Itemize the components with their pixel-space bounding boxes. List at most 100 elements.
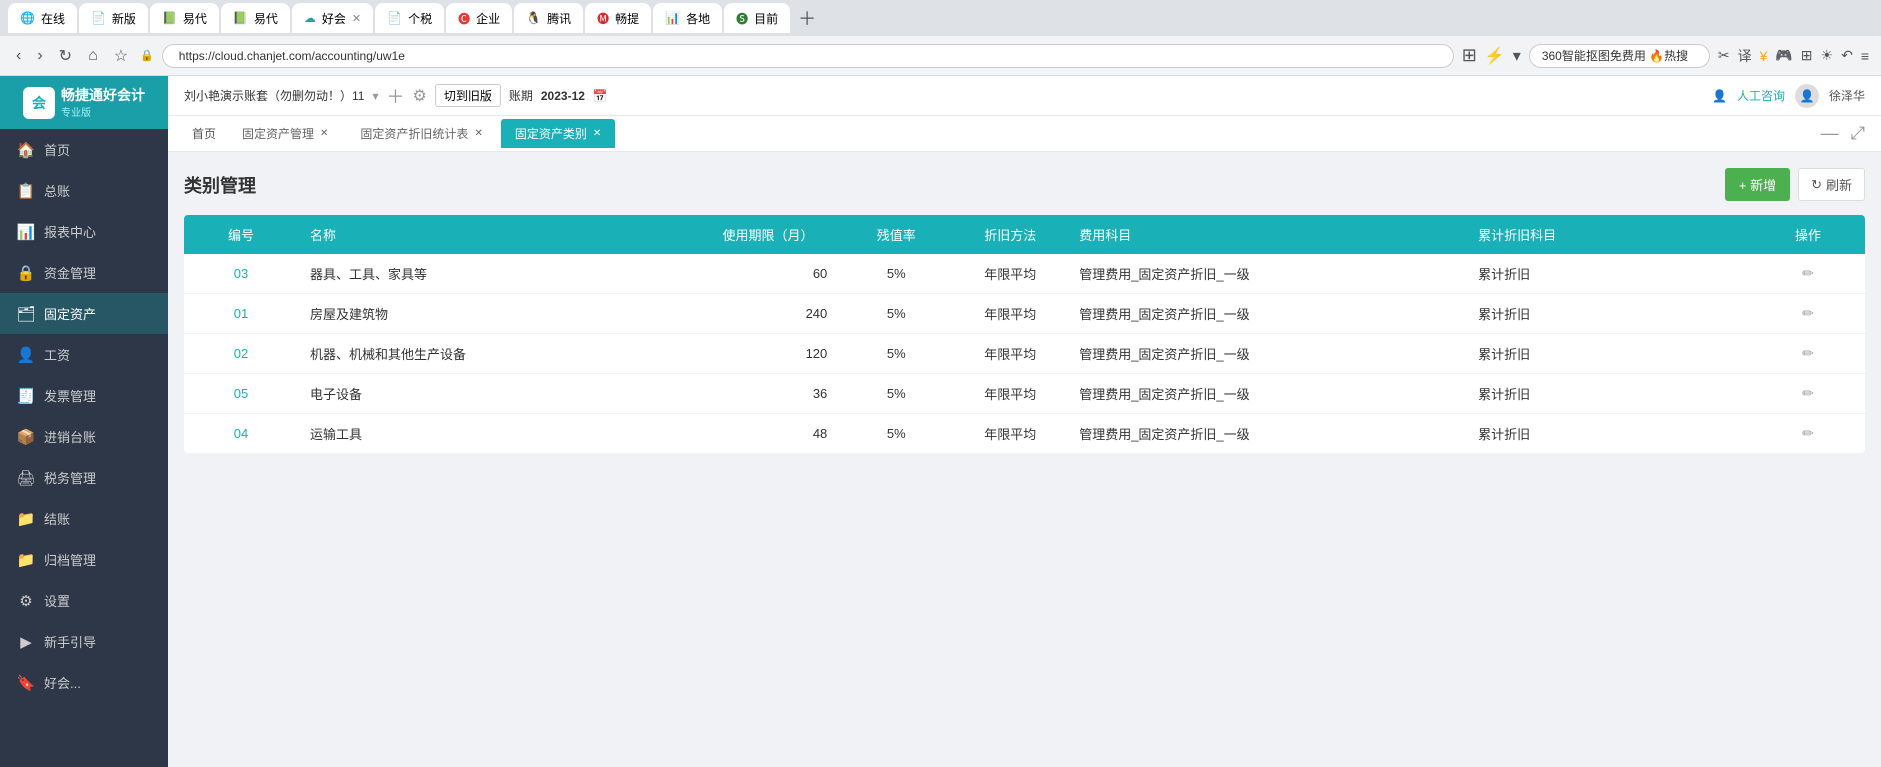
lightning-btn[interactable]: ⚡ bbox=[1485, 46, 1505, 66]
row-id-link-4[interactable]: 04 bbox=[234, 426, 248, 441]
dropdown-arrow[interactable]: ▾ bbox=[372, 89, 378, 103]
page-tab-depreciation-stats[interactable]: 固定资产折旧统计表 ✕ bbox=[346, 119, 496, 148]
refresh-button[interactable]: ↻ 刷新 bbox=[1798, 168, 1865, 201]
avatar: 👤 bbox=[1795, 84, 1819, 108]
add-company-btn[interactable]: ＋ bbox=[387, 83, 405, 109]
tab-close-depreciation-stats[interactable]: ✕ bbox=[474, 128, 482, 139]
sidebar-item-extra[interactable]: 🔖 好会... bbox=[0, 662, 168, 703]
edit-btn-4[interactable]: ✏ bbox=[1802, 425, 1814, 441]
grid-icon[interactable]: ⊞ bbox=[1801, 47, 1813, 64]
cell-action-3: ✏ bbox=[1751, 374, 1865, 414]
cell-id-4: 04 bbox=[184, 414, 298, 454]
sidebar-item-funds[interactable]: 🔒 资金管理 bbox=[0, 252, 168, 293]
tax-icon: 🖨 bbox=[16, 469, 36, 487]
dropdown-btn[interactable]: ▾ bbox=[1513, 46, 1521, 66]
sidebar-item-home[interactable]: 🏠 首页 bbox=[0, 129, 168, 170]
browser-tab-2[interactable]: 📗 易代 bbox=[150, 3, 219, 33]
browser-tab-3[interactable]: 📗 易代 bbox=[221, 3, 290, 33]
app-layout: 会 畅捷通好会计 专业版 🏠 首页 📋 总账 📊 报表中心 🔒 bbox=[0, 76, 1881, 767]
sidebar-item-reports[interactable]: 📊 报表中心 bbox=[0, 211, 168, 252]
translate-icon[interactable]: 译 bbox=[1738, 46, 1752, 66]
url-bar[interactable] bbox=[162, 44, 1454, 68]
cell-method-0: 年限平均 bbox=[953, 254, 1067, 294]
extensions-btn[interactable]: ⊞ bbox=[1462, 45, 1477, 66]
menu-icon[interactable]: ≡ bbox=[1861, 48, 1869, 64]
sidebar-item-tax[interactable]: 🖨 税务管理 bbox=[0, 457, 168, 498]
new-tab-btn[interactable]: ＋ bbox=[798, 5, 816, 31]
edit-btn-1[interactable]: ✏ bbox=[1802, 305, 1814, 321]
undo-icon[interactable]: ↶ bbox=[1841, 47, 1853, 64]
cell-action-4: ✏ bbox=[1751, 414, 1865, 454]
back-btn[interactable]: ‹ bbox=[12, 43, 25, 69]
cell-id-3: 05 bbox=[184, 374, 298, 414]
row-id-link-0[interactable]: 03 bbox=[234, 266, 248, 281]
sidebar-item-inventory[interactable]: 📦 进销台账 bbox=[0, 416, 168, 457]
service-label[interactable]: 人工咨询 bbox=[1737, 87, 1785, 104]
cell-name-2: 机器、机械和其他生产设备 bbox=[298, 334, 697, 374]
cell-action-1: ✏ bbox=[1751, 294, 1865, 334]
add-button[interactable]: + 新增 bbox=[1725, 168, 1790, 201]
currency-icon[interactable]: ¥ bbox=[1760, 48, 1768, 64]
main-content: 刘小艳演示账套（勿删勿动！）11 ▾ ＋ ⚙ 切到旧版 账期 2023-12 📅… bbox=[168, 76, 1881, 767]
sidebar-item-fixed-assets[interactable]: 🗂 固定资产 bbox=[0, 293, 168, 334]
scissors-icon[interactable]: ✂ bbox=[1718, 47, 1730, 64]
game-icon[interactable]: 🎮 bbox=[1775, 47, 1792, 64]
cell-expense-3: 管理费用_固定资产折旧_一级 bbox=[1067, 374, 1466, 414]
service-icon: 👤 bbox=[1712, 89, 1727, 103]
sidebar-item-salary[interactable]: 👤 工资 bbox=[0, 334, 168, 375]
tab-close-fixed-assets-mgmt[interactable]: ✕ bbox=[320, 128, 328, 139]
search-bar[interactable] bbox=[1529, 44, 1710, 68]
brightness-icon[interactable]: ☀ bbox=[1821, 47, 1834, 64]
browser-tab-0[interactable]: 🌐 在线 bbox=[8, 3, 77, 33]
tab-close-4[interactable]: ✕ bbox=[352, 12, 361, 25]
page-tab-home[interactable]: 首页 bbox=[184, 119, 224, 148]
table-row: 02 机器、机械和其他生产设备 120 5% 年限平均 管理费用_固定资产折旧_… bbox=[184, 334, 1865, 374]
settings-gear[interactable]: ⚙ bbox=[413, 86, 427, 106]
sidebar-item-guide[interactable]: ▶ 新手引导 bbox=[0, 621, 168, 662]
sidebar-item-invoice[interactable]: 🧾 发票管理 bbox=[0, 375, 168, 416]
cell-depreciation-1: 累计折旧 bbox=[1466, 294, 1751, 334]
sidebar-item-archive[interactable]: 📁 归档管理 bbox=[0, 539, 168, 580]
data-table: 编号 名称 使用期限（月） 残值率 折旧方法 费用科目 累计折旧科目 操作 03… bbox=[184, 215, 1865, 453]
page-tab-asset-category[interactable]: 固定资产类别 ✕ bbox=[501, 119, 615, 148]
sidebar-item-ledger[interactable]: 📋 总账 bbox=[0, 170, 168, 211]
row-id-link-3[interactable]: 05 bbox=[234, 386, 248, 401]
minimize-panel-btn[interactable]: — bbox=[1821, 123, 1839, 144]
sidebar-item-closing[interactable]: 📁 结账 bbox=[0, 498, 168, 539]
cell-period-0: 60 bbox=[697, 254, 839, 294]
cell-period-1: 240 bbox=[697, 294, 839, 334]
browser-tab-5[interactable]: 📄 个税 bbox=[375, 3, 444, 33]
page-tabs: 首页 固定资产管理 ✕ 固定资产折旧统计表 ✕ 固定资产类别 ✕ — ⤢ bbox=[168, 116, 1881, 152]
cell-depreciation-2: 累计折旧 bbox=[1466, 334, 1751, 374]
bookmark-btn[interactable]: ☆ bbox=[110, 42, 132, 70]
tab-close-asset-category[interactable]: ✕ bbox=[593, 128, 601, 139]
cell-rate-4: 5% bbox=[839, 414, 953, 454]
reload-btn[interactable]: ↻ bbox=[55, 42, 76, 70]
content-area: 类别管理 + 新增 ↻ 刷新 编号 名称 使用期限（月） 残值率 bbox=[168, 152, 1881, 767]
browser-tab-7[interactable]: 🐧 腾讯 bbox=[514, 3, 583, 33]
archive-icon: 📁 bbox=[16, 551, 36, 569]
browser-tab-6[interactable]: 🅒 企业 bbox=[446, 3, 512, 33]
edit-btn-0[interactable]: ✏ bbox=[1802, 265, 1814, 281]
switch-version-btn[interactable]: 切到旧版 bbox=[435, 84, 501, 107]
browser-tab-1[interactable]: 📄 新版 bbox=[79, 3, 148, 33]
row-id-link-1[interactable]: 01 bbox=[234, 306, 248, 321]
browser-tab-9[interactable]: 📊 各地 bbox=[653, 3, 722, 33]
browser-tab-10[interactable]: 🅢 目前 bbox=[724, 3, 790, 33]
browser-tab-4[interactable]: ☁ 好会 ✕ bbox=[292, 3, 373, 33]
calendar-icon[interactable]: 📅 bbox=[593, 89, 608, 103]
expand-panel-btn[interactable]: ⤢ bbox=[1851, 123, 1865, 144]
home-btn[interactable]: ⌂ bbox=[84, 43, 102, 69]
col-header-method: 折旧方法 bbox=[953, 215, 1067, 254]
edit-btn-3[interactable]: ✏ bbox=[1802, 385, 1814, 401]
row-id-link-2[interactable]: 02 bbox=[234, 346, 248, 361]
table-row: 03 器具、工具、家具等 60 5% 年限平均 管理费用_固定资产折旧_一级 累… bbox=[184, 254, 1865, 294]
sidebar-item-settings[interactable]: ⚙ 设置 bbox=[0, 580, 168, 621]
browser-tab-8[interactable]: 🅜 畅提 bbox=[585, 3, 651, 33]
cell-rate-1: 5% bbox=[839, 294, 953, 334]
page-tab-fixed-assets-mgmt[interactable]: 固定资产管理 ✕ bbox=[228, 119, 342, 148]
forward-btn[interactable]: › bbox=[33, 43, 46, 69]
col-header-action: 操作 bbox=[1751, 215, 1865, 254]
edit-btn-2[interactable]: ✏ bbox=[1802, 345, 1814, 361]
sidebar: 会 畅捷通好会计 专业版 🏠 首页 📋 总账 📊 报表中心 🔒 bbox=[0, 76, 168, 767]
